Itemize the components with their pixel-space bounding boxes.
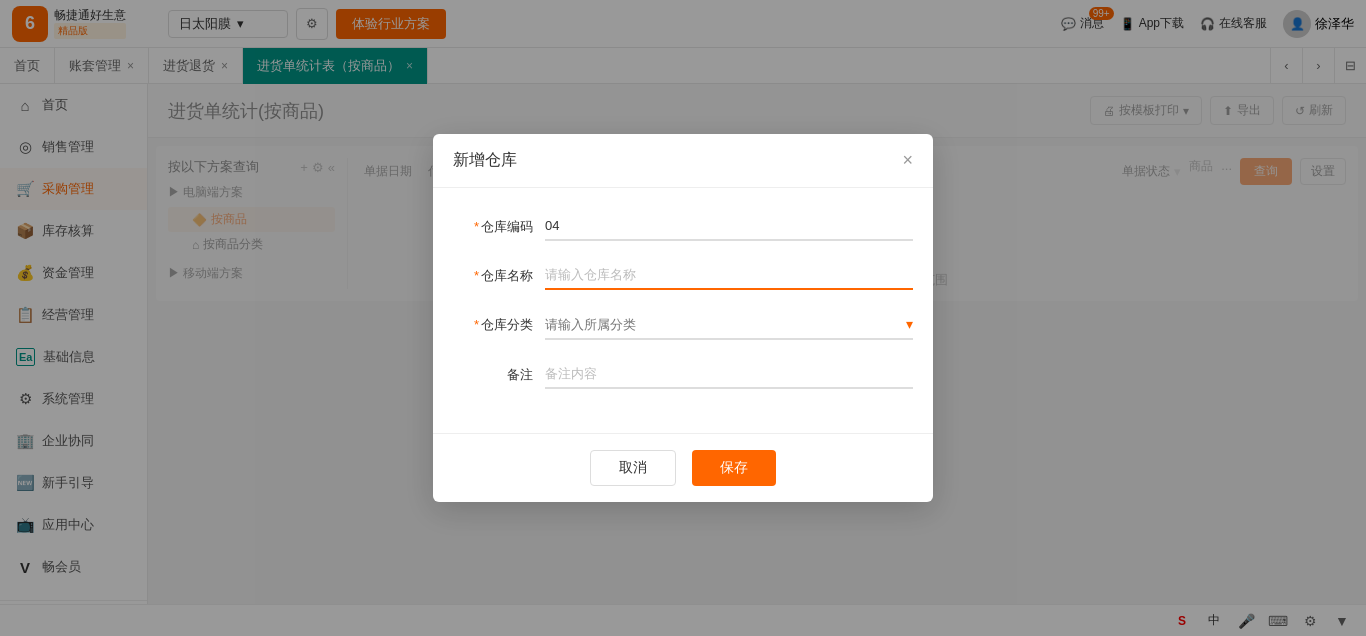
warehouse-category-row: 仓库分类 ▾ — [453, 310, 913, 340]
save-button[interactable]: 保存 — [692, 450, 776, 486]
remark-row: 备注 — [453, 360, 913, 389]
warehouse-category-label: 仓库分类 — [453, 316, 533, 334]
modal-footer: 取消 保存 — [433, 433, 933, 502]
warehouse-modal: 新增仓库 × 仓库编码 仓库名称 仓库分类 ▾ — [433, 134, 933, 502]
modal-close-button[interactable]: × — [902, 150, 913, 171]
modal-title: 新增仓库 — [453, 150, 517, 171]
category-chevron-icon: ▾ — [906, 316, 913, 332]
warehouse-name-input[interactable] — [545, 261, 913, 290]
warehouse-category-input[interactable] — [545, 317, 906, 332]
warehouse-code-row: 仓库编码 — [453, 212, 913, 241]
cancel-button[interactable]: 取消 — [590, 450, 676, 486]
remark-label: 备注 — [453, 366, 533, 384]
modal-overlay: 新增仓库 × 仓库编码 仓库名称 仓库分类 ▾ — [0, 0, 1366, 636]
warehouse-name-label: 仓库名称 — [453, 267, 533, 285]
remark-input[interactable] — [545, 360, 913, 389]
warehouse-code-label: 仓库编码 — [453, 218, 533, 236]
warehouse-name-row: 仓库名称 — [453, 261, 913, 290]
modal-body: 仓库编码 仓库名称 仓库分类 ▾ 备注 — [433, 188, 933, 433]
warehouse-code-input[interactable] — [545, 212, 913, 241]
warehouse-category-select[interactable]: ▾ — [545, 310, 913, 340]
modal-header: 新增仓库 × — [433, 134, 933, 188]
